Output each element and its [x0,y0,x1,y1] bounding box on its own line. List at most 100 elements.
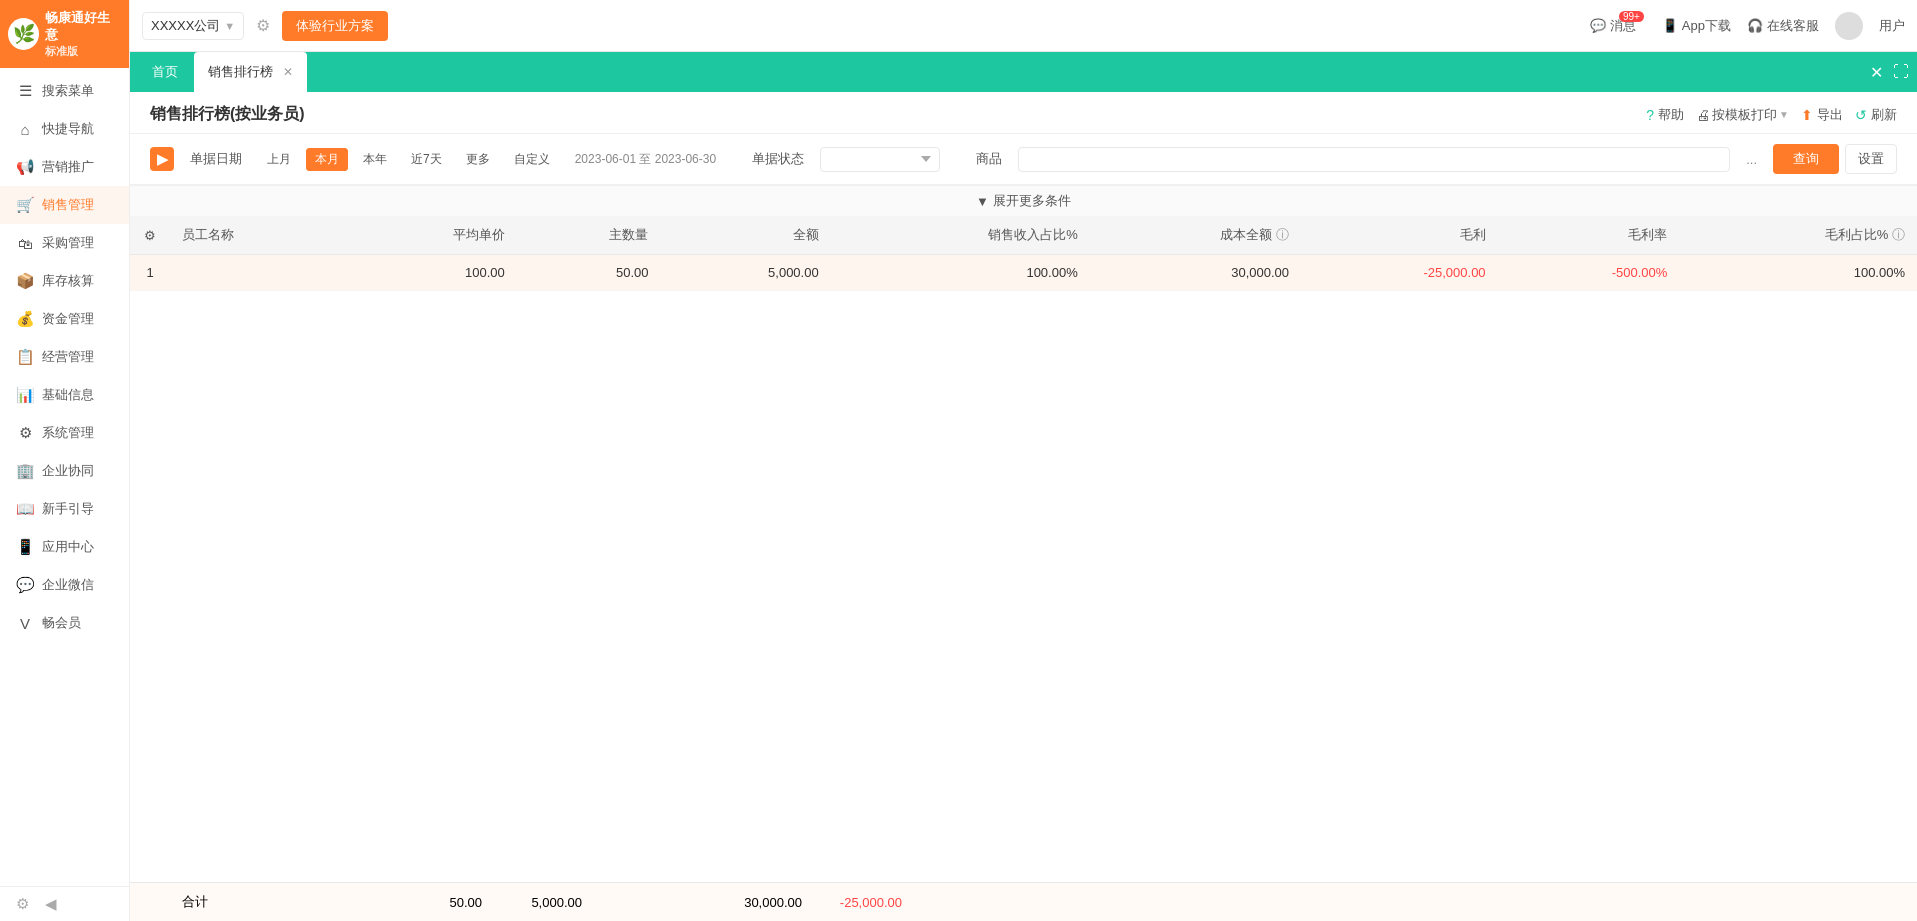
tab-maximize-icon[interactable]: ⛶ [1893,63,1909,82]
nav-label: 畅会员 [42,614,81,632]
sidebar-item-搜索菜单[interactable]: ☰搜索菜单 [0,72,129,110]
nav-icon: 🛒 [16,196,34,214]
logo-area: 🌿 畅康通好生意 标准版 [0,0,129,68]
goods-filter-label: 商品 [976,150,1002,168]
nav-icon: 📦 [16,272,34,290]
online-service-item[interactable]: 🎧 在线客服 [1747,17,1819,35]
status-select[interactable] [820,147,940,172]
nav-label: 销售管理 [42,196,94,214]
footer-main-qty: 50.00 [402,895,482,910]
date-btn-this-month[interactable]: 本月 [306,148,348,171]
nav-label: 资金管理 [42,310,94,328]
settings-bottom-icon[interactable]: ⚙ [16,895,29,913]
tabbar-right: ✕ ⛶ [1870,63,1909,82]
gross-pct-info-icon[interactable]: ⓘ [1892,227,1905,242]
nav-icon: 🏢 [16,462,34,480]
sidebar-item-畅会员[interactable]: V 畅会员 [0,604,129,642]
company-selector[interactable]: XXXXX公司 ▼ [142,12,244,40]
nav-label: 经营管理 [42,348,94,366]
phone-icon: 📱 [1662,18,1678,33]
col-avg-price: 平均单价 [343,216,516,255]
table-footer: 合计 50.00 5,000.00 30,000.00 -25,000.00 [130,882,1917,921]
export-icon: ⬆ [1801,107,1813,123]
cost-info-icon[interactable]: ⓘ [1276,227,1289,242]
col-name: 员工名称 [170,216,343,255]
nav-icon: 📱 [16,538,34,556]
date-btn-more[interactable]: 更多 [457,148,499,171]
nav-icon: 💰 [16,310,34,328]
sidebar-item-采购管理[interactable]: 🛍采购管理 [0,224,129,262]
avatar[interactable] [1835,12,1863,40]
filter-toggle-btn[interactable]: ▶ [150,147,174,171]
help-btn[interactable]: ? 帮助 [1646,106,1684,124]
tab-close-all-icon[interactable]: ✕ [1870,63,1883,82]
message-item[interactable]: 💬 消息 99+ [1590,17,1636,35]
date-btn-this-year[interactable]: 本年 [354,148,396,171]
message-badge: 99+ [1619,11,1644,22]
logo-icon: 🌿 [8,18,39,50]
sidebar-item-应用中心[interactable]: 📱 应用中心 [0,528,129,566]
settings-button[interactable]: 设置 [1845,144,1897,174]
cell-gross-rate: -500.00% [1498,255,1680,291]
company-name: XXXXX公司 [151,17,220,35]
print-icon: 🖨 [1696,107,1710,123]
cell-cost: 30,000.00 [1090,255,1301,291]
export-label: 导出 [1817,106,1843,124]
app-download-label: App下载 [1682,17,1731,35]
sidebar-item-资金管理[interactable]: 💰 资金管理 [0,300,129,338]
col-main-qty: 主数量 [517,216,661,255]
sidebar-item-企业协同[interactable]: 🏢企业协同 [0,452,129,490]
footer-label: 合计 [182,893,302,911]
cell-amount: 5,000.00 [660,255,830,291]
nav-icon: 📖 [16,500,34,518]
export-btn[interactable]: ⬆ 导出 [1801,106,1843,124]
sidebar-item-系统管理[interactable]: ⚙系统管理 [0,414,129,452]
topbar: XXXXX公司 ▼ ⚙ 体验行业方案 💬 消息 99+ 📱 App下载 🎧 在线… [130,0,1917,52]
sidebar-item-销售管理[interactable]: 🛒 销售管理 [0,186,129,224]
date-btn-last-month[interactable]: 上月 [258,148,300,171]
username: 用户 [1879,17,1905,35]
collapse-icon[interactable]: ◀ [45,895,57,913]
message-icon: 💬 [1590,18,1606,33]
filter-row-1: ▶ 单据日期 上月 本月 本年 近7天 更多 自定义 2023-06-01 至 … [150,144,1897,174]
sidebar-item-快捷导航[interactable]: ⌂ 快捷导航 [0,110,129,148]
col-gross-rate: 毛利率 [1498,216,1680,255]
tab-home[interactable]: 首页 [138,52,192,92]
nav-label: 系统管理 [42,424,94,442]
nav-icon: 📢 [16,158,34,176]
expand-more-btn[interactable]: ▼ 展开更多条件 [130,185,1917,216]
sidebar-item-企业微信[interactable]: 💬企业微信 [0,566,129,604]
app-download-item[interactable]: 📱 App下载 [1662,17,1731,35]
nav-icon: V [16,615,34,632]
nav-icon: 💬 [16,576,34,594]
col-settings[interactable]: ⚙ [130,216,170,255]
nav-label: 应用中心 [42,538,94,556]
col-cost: 成本全额 ⓘ [1090,216,1301,255]
tab-close-icon[interactable]: ✕ [283,65,293,79]
topbar-settings-icon[interactable]: ⚙ [256,16,270,35]
date-btn-7days[interactable]: 近7天 [402,148,451,171]
sidebar-item-营销推广[interactable]: 📢营销推广 [0,148,129,186]
sidebar-item-新手引导[interactable]: 📖 新手引导 [0,490,129,528]
expand-down-icon: ▼ [976,194,989,209]
print-btn[interactable]: 🖨 按模板打印 ▼ [1696,106,1789,124]
sidebar-item-基础信息[interactable]: 📊基础信息 [0,376,129,414]
filter-more-icon[interactable]: ... [1746,152,1757,167]
tab-sales-rank[interactable]: 销售排行榜 ✕ [194,52,307,92]
help-icon: ? [1646,107,1654,123]
nav-icon: ☰ [16,82,34,100]
sidebar-item-库存核算[interactable]: 📦库存核算 [0,262,129,300]
cell-gross-pct: 100.00% [1679,255,1917,291]
refresh-btn[interactable]: ↺ 刷新 [1855,106,1897,124]
nav-label: 快捷导航 [42,120,94,138]
print-chevron-icon: ▼ [1779,109,1789,120]
query-button[interactable]: 查询 [1773,144,1839,174]
goods-input[interactable] [1018,147,1730,172]
main-area: XXXXX公司 ▼ ⚙ 体验行业方案 💬 消息 99+ 📱 App下载 🎧 在线… [130,0,1917,921]
sidebar-item-经营管理[interactable]: 📋经营管理 [0,338,129,376]
trial-button[interactable]: 体验行业方案 [282,11,388,41]
nav-label: 新手引导 [42,500,94,518]
date-btn-custom[interactable]: 自定义 [505,148,559,171]
nav-label: 采购管理 [42,234,94,252]
nav-icon: ⌂ [16,121,34,138]
